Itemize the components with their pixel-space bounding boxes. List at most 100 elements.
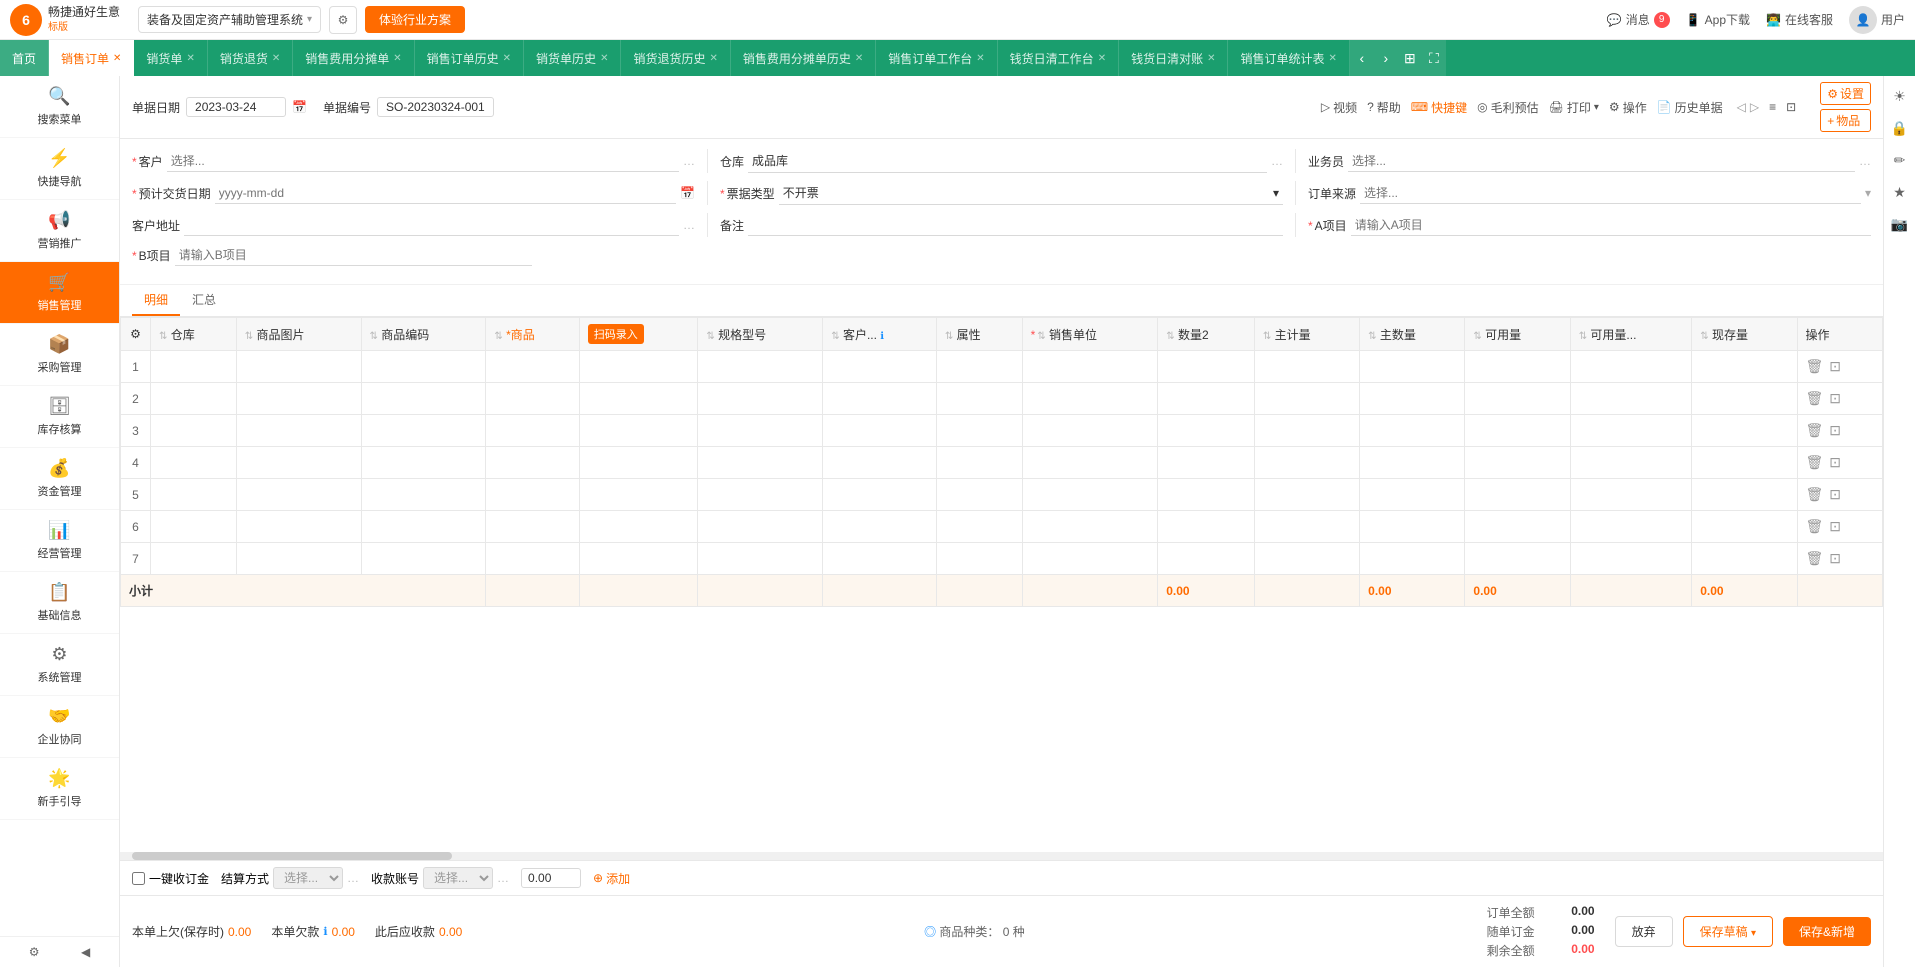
add-button[interactable]: ⊕ 添加 (593, 870, 630, 887)
delete-icon[interactable]: 🗑 (1806, 422, 1824, 439)
account-select[interactable]: 选择... (423, 867, 493, 889)
copy-icon[interactable]: ⊡ (1829, 550, 1841, 567)
settings-form-button[interactable]: ⚙ 设置 (1820, 82, 1871, 105)
message-button[interactable]: 💬 消息 9 (1607, 11, 1670, 28)
tab-sales-order-history[interactable]: 销售订单历史 ✕ (415, 40, 524, 76)
delete-icon[interactable]: 🗑 (1806, 358, 1824, 375)
customer-address-input[interactable] (184, 215, 679, 236)
auto-settle-checkbox[interactable]: 一键收订金 (132, 870, 209, 887)
copy-icon[interactable]: ⊡ (1829, 454, 1841, 471)
row-customer-code[interactable] (823, 351, 937, 383)
delete-icon[interactable]: 🗑 (1806, 518, 1824, 535)
right-panel-btn-3[interactable]: ✏ (1888, 148, 1912, 172)
tab-cash-daily[interactable]: 钱货日清工作台 ✕ (998, 40, 1119, 76)
sidebar-item-enterprise[interactable]: 🤝 企业协同 (0, 696, 119, 758)
tab-sales-return-history[interactable]: 销货单历史 ✕ (524, 40, 621, 76)
tab-close-icon[interactable]: ✕ (1098, 53, 1106, 64)
amount-input[interactable] (521, 868, 581, 888)
scrollbar-thumb[interactable] (132, 852, 452, 860)
table-scrollbar[interactable] (120, 852, 1883, 860)
account-dots[interactable]: … (497, 871, 509, 885)
tab-sales-order[interactable]: 销售订单 ✕ (49, 40, 134, 76)
right-panel-btn-5[interactable]: 📷 (1888, 212, 1912, 236)
help-debt-icon[interactable]: ℹ (323, 925, 327, 938)
tab-sales-refund-history[interactable]: 销货退货历史 ✕ (621, 40, 730, 76)
tab-summary[interactable]: 汇总 (180, 285, 228, 316)
shortcut-button[interactable]: ⌨ 快捷键 (1411, 99, 1467, 116)
tab-next-button[interactable]: › (1374, 40, 1398, 76)
history-button[interactable]: 📄 历史单据 (1657, 99, 1723, 116)
settle-dots[interactable]: … (347, 871, 359, 885)
layout-prev-button[interactable]: ◁ (1737, 100, 1746, 114)
sidebar-item-inventory[interactable]: 🗄 库存核算 (0, 386, 119, 448)
view-button[interactable]: ▷ 视频 (1321, 99, 1357, 116)
layout-icon[interactable]: ≡ (1769, 100, 1776, 114)
print-button[interactable]: 🖨 打印 ▾ (1549, 99, 1599, 116)
sidebar-item-purchase[interactable]: 📦 采购管理 (0, 324, 119, 386)
row-warehouse[interactable] (151, 351, 237, 383)
tab-close-icon[interactable]: ✕ (186, 53, 194, 64)
row-product-name[interactable] (486, 351, 579, 383)
profit-button[interactable]: ◎ 毛利预估 (1477, 99, 1539, 116)
expand-icon[interactable]: ⊡ (1786, 100, 1796, 114)
tab-more-button[interactable]: ⊞ (1398, 40, 1422, 76)
tab-close-icon[interactable]: ✕ (709, 53, 717, 64)
help-button[interactable]: ? 帮助 (1367, 99, 1401, 116)
tab-sales-return[interactable]: 销货单 ✕ (134, 40, 207, 76)
row-main-unit[interactable] (1254, 351, 1359, 383)
row-product-img[interactable] (236, 351, 361, 383)
tab-sales-summary[interactable]: 销售订单统计表 ✕ (1228, 40, 1349, 76)
tab-close-icon[interactable]: ✕ (976, 53, 984, 64)
tab-sales-fee-split[interactable]: 销售费用分摊单 ✕ (293, 40, 414, 76)
row-main-qty[interactable] (1360, 351, 1465, 383)
tab-sales-workbench[interactable]: 销售订单工作台 ✕ (876, 40, 997, 76)
delete-icon[interactable]: 🗑 (1806, 454, 1824, 471)
col-settings[interactable]: ⚙ (121, 318, 151, 351)
sidebar-item-marketing[interactable]: 📢 营销推广 (0, 200, 119, 262)
order-source-input[interactable] (1360, 183, 1861, 204)
tab-detail[interactable]: 明细 (132, 285, 180, 316)
row-sales-unit[interactable] (1022, 351, 1158, 383)
sidebar-item-system[interactable]: ⚙ 系统管理 (0, 634, 119, 696)
sidebar-item-operations[interactable]: 📊 经营管理 (0, 510, 119, 572)
copy-icon[interactable]: ⊡ (1829, 358, 1841, 375)
operation-button[interactable]: ⚙ 操作 (1609, 99, 1647, 116)
discard-button[interactable]: 放弃 (1615, 916, 1673, 947)
tab-close-icon[interactable]: ✕ (855, 53, 863, 64)
tab-close-icon[interactable]: ✕ (600, 53, 608, 64)
tab-sales-fee-history[interactable]: 销售费用分摊单历史 ✕ (731, 40, 876, 76)
row-qty2[interactable] (1158, 351, 1255, 383)
save-draft-button[interactable]: 保存草稿 ▾ (1683, 916, 1773, 947)
row-available[interactable] (1465, 351, 1570, 383)
tab-close-icon[interactable]: ✕ (393, 53, 401, 64)
industry-button[interactable]: 体验行业方案 (365, 6, 465, 33)
tab-close-icon[interactable]: ✕ (272, 53, 280, 64)
right-panel-btn-1[interactable]: ☀ (1888, 84, 1912, 108)
row-attribute[interactable] (936, 351, 1022, 383)
delete-icon[interactable]: 🗑 (1806, 390, 1824, 407)
copy-icon[interactable]: ⊡ (1829, 486, 1841, 503)
warehouse-dots[interactable]: … (1271, 154, 1283, 168)
user-button[interactable]: 👤 用户 (1849, 6, 1905, 34)
delivery-date-input[interactable] (215, 183, 676, 204)
right-panel-btn-2[interactable]: 🔒 (1888, 116, 1912, 140)
product-count-icon[interactable]: ◎ (924, 925, 936, 939)
sidebar-item-quick-nav[interactable]: ⚡ 快捷导航 (0, 138, 119, 200)
sidebar-item-basic-info[interactable]: 📋 基础信息 (0, 572, 119, 634)
b-project-input[interactable] (175, 245, 532, 266)
remarks-input[interactable] (748, 215, 1283, 236)
sidebar-item-guide[interactable]: 🌟 新手引导 (0, 758, 119, 820)
settle-method-select[interactable]: 选择... (273, 867, 343, 889)
delivery-calendar-icon[interactable]: 📅 (680, 186, 695, 200)
row-stock[interactable] (1692, 351, 1797, 383)
settings-icon[interactable]: ⚙ (329, 6, 357, 34)
row-product-code[interactable] (361, 351, 486, 383)
calendar-icon[interactable]: 📅 (292, 100, 307, 114)
customer-dots[interactable]: … (683, 154, 695, 168)
sidebar-item-search[interactable]: 🔍 搜索菜单 (0, 76, 119, 138)
warehouse-value[interactable]: 成品库 (748, 149, 1267, 173)
sidebar-item-finance[interactable]: 💰 资金管理 (0, 448, 119, 510)
a-project-input[interactable] (1351, 215, 1871, 236)
row-spec[interactable] (698, 351, 823, 383)
row-available2[interactable] (1570, 351, 1692, 383)
